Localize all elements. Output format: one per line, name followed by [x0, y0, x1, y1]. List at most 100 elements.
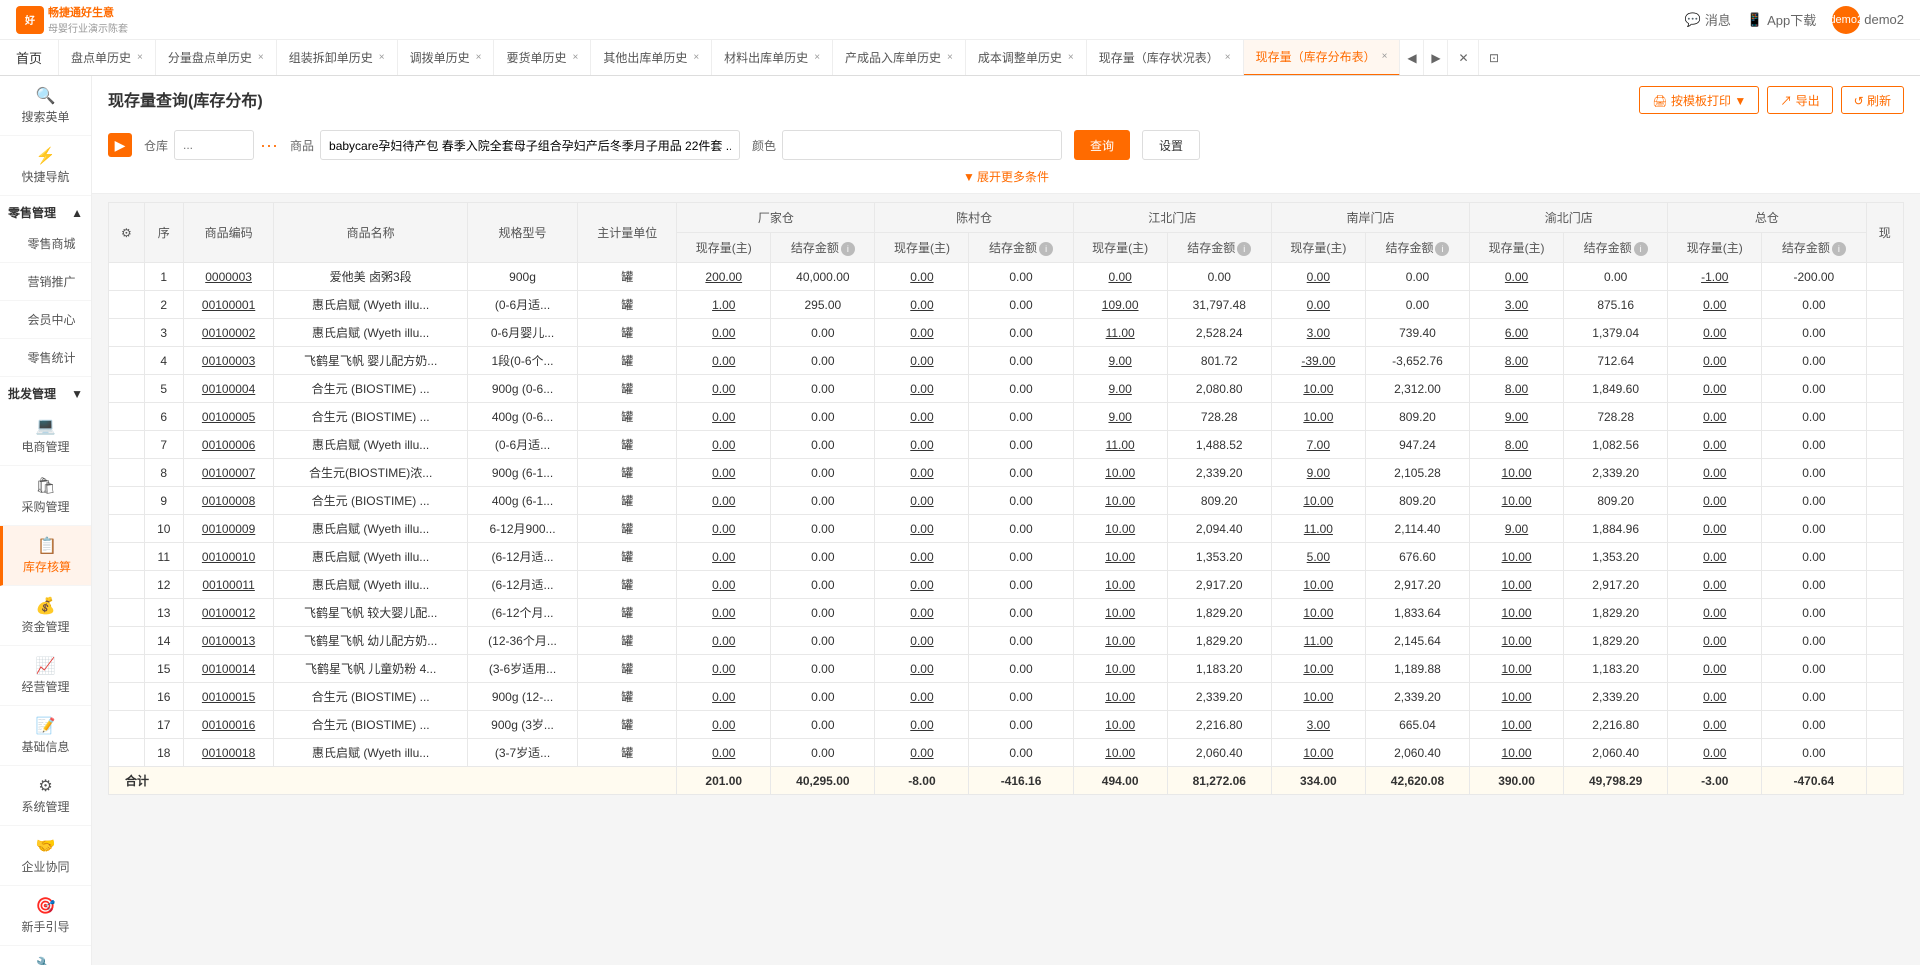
sidebar-item-appcenter[interactable]: 🔧 应用中心	[0, 946, 91, 965]
tab-close-8[interactable]: ×	[1068, 52, 1074, 63]
tab-yhddh[interactable]: 要货单历史 ×	[494, 40, 591, 76]
content-area: 现存量查询(库存分布) 🖨 按模板打印 ▼ ↗ 导出 ↺	[92, 76, 1920, 965]
tab-close-3[interactable]: ×	[476, 52, 482, 63]
tab-cprkdh[interactable]: 产成品入库单历史 ×	[833, 40, 966, 76]
th-cc-qty: 现存量(主)	[875, 233, 969, 263]
sidebar-item-system[interactable]: ⚙ 系统管理	[0, 766, 91, 826]
tab-close-7[interactable]: ×	[947, 52, 953, 63]
warehouse-dots[interactable]: ···	[260, 135, 278, 156]
sidebar-item-quicknav[interactable]: ⚡ 快捷导航	[0, 136, 91, 196]
tab-next-btn[interactable]: ▶	[1424, 40, 1448, 76]
tab-pddh[interactable]: 盘点单历史 ×	[59, 40, 156, 76]
tab-close-10[interactable]: ×	[1382, 51, 1388, 62]
tab-prev-btn[interactable]: ◀	[1400, 40, 1424, 76]
total-amt-info[interactable]: i	[1832, 242, 1846, 256]
tab-close-1[interactable]: ×	[258, 52, 264, 63]
tab-clckdh[interactable]: 材料出库单历史 ×	[712, 40, 833, 76]
tab-flddh[interactable]: 分量盘点单历史 ×	[156, 40, 277, 76]
color-input[interactable]	[782, 130, 1062, 160]
refresh-btn[interactable]: ↺ 刷新	[1841, 86, 1904, 114]
tab-close-all-btn[interactable]: ✕	[1448, 40, 1478, 76]
user-menu[interactable]: demo2 demo2	[1832, 6, 1904, 34]
tab-xclkzk[interactable]: 现存量（库存状况表） ×	[1087, 40, 1244, 76]
table-container[interactable]: ⚙ 序 商品编码 商品名称 规格型号 主计量单位 厂家仓 陈村仓 江北门店 南岸…	[92, 194, 1920, 965]
summary-jb-amt: 81,272.06	[1167, 767, 1271, 795]
settings-btn[interactable]: 设置	[1142, 130, 1200, 160]
tab-close-2[interactable]: ×	[379, 52, 385, 63]
table-row: 1 0000003 爱他美 卤粥3段 900g 罐 200.00 40,000.…	[109, 263, 1904, 291]
expand-more-btn[interactable]: ▼ 展开更多条件	[963, 168, 1049, 185]
message-btn[interactable]: 💬 消息	[1685, 10, 1731, 29]
sidebar-item-basic[interactable]: 📝 基础信息	[0, 706, 91, 766]
th-total-qty: 现存量(主)	[1668, 233, 1762, 263]
print-btn[interactable]: 🖨 按模板打印 ▼	[1639, 86, 1759, 114]
sidebar-item-ecommerce[interactable]: 💻 电商管理	[0, 406, 91, 466]
chevron-down-icon: ▼	[963, 170, 975, 184]
yb-amt-info[interactable]: i	[1634, 242, 1648, 256]
table-row: 13 00100012 飞鹤星飞帆 较大婴儿配... (6-12个月... 罐 …	[109, 599, 1904, 627]
tab-close-0[interactable]: ×	[137, 52, 143, 63]
warehouse-input[interactable]	[174, 130, 254, 160]
tab-close-4[interactable]: ×	[572, 52, 578, 63]
sidebar-item-guide[interactable]: 🎯 新手引导	[0, 886, 91, 946]
tab-close-9[interactable]: ×	[1225, 52, 1231, 63]
sidebar-item-purchase[interactable]: 🛍 采购管理	[0, 466, 91, 526]
fc-amt-info[interactable]: i	[841, 242, 855, 256]
table-row: 11 00100010 惠氏启赋 (Wyeth illu... (6-12月适.…	[109, 543, 1904, 571]
sidebar-item-finance[interactable]: 💰 资金管理	[0, 586, 91, 646]
tab-cbtzh[interactable]: 成本调整单历史 ×	[966, 40, 1087, 76]
chevron-down-icon: ▼	[1734, 94, 1746, 108]
table-row: 8 00100007 合生元(BIOSTIME)浓... 900g (6-1..…	[109, 459, 1904, 487]
tab-bar: 首页 盘点单历史 × 分量盘点单历史 × 组装拆卸单历史 × 调拨单历史 × 要…	[0, 40, 1920, 76]
export-btn[interactable]: ↗ 导出	[1767, 86, 1832, 114]
table-row: 3 00100002 惠氏启赋 (Wyeth illu... 0-6月婴儿...…	[109, 319, 1904, 347]
jb-amt-info[interactable]: i	[1237, 242, 1251, 256]
sidebar: 🔍 搜索英单 ⚡ 快捷导航 零售管理 ▲ 零售商城 营销推广 会员中心 零售统计	[0, 76, 92, 965]
export-icon: ↗	[1780, 94, 1792, 108]
cc-amt-info[interactable]: i	[1039, 242, 1053, 256]
sidebar-item-retailshop[interactable]: 零售商城	[0, 225, 91, 263]
sidebar-item-inventory[interactable]: 📋 库存核算	[0, 526, 91, 586]
tab-dbdh[interactable]: 调拨单历史 ×	[398, 40, 495, 76]
main-layout: 🔍 搜索英单 ⚡ 快捷导航 零售管理 ▲ 零售商城 营销推广 会员中心 零售统计	[0, 76, 1920, 965]
tab-expand-btn[interactable]: ⊡	[1478, 40, 1508, 76]
th-unit: 主计量单位	[578, 203, 677, 263]
sidebar-item-marketing[interactable]: 营销推广	[0, 263, 91, 301]
filter-toggle-btn[interactable]: ▶	[108, 133, 132, 157]
tab-xclfb[interactable]: 现存量（库存分布表） ×	[1244, 40, 1401, 76]
tool-icon: 🔧	[4, 956, 87, 965]
sidebar-item-retailstat[interactable]: 零售统计	[0, 339, 91, 377]
table-row: 9 00100008 合生元 (BIOSTIME) ... 400g (6-1.…	[109, 487, 1904, 515]
sidebar-item-operation[interactable]: 📈 经营管理	[0, 646, 91, 706]
sidebar-item-search[interactable]: 🔍 搜索英单	[0, 76, 91, 136]
summary-cc-amt: -416.16	[969, 767, 1073, 795]
th-group-yb: 渝北门店	[1470, 203, 1668, 233]
app-download-btn[interactable]: 📱 App下载	[1747, 10, 1816, 29]
table-row: 10 00100009 惠氏启赋 (Wyeth illu... 6-12月900…	[109, 515, 1904, 543]
goods-input[interactable]	[320, 130, 740, 160]
target-icon: 🎯	[4, 896, 87, 916]
na-amt-info[interactable]: i	[1435, 242, 1449, 256]
tab-zzcxdh[interactable]: 组装拆卸单历史 ×	[277, 40, 398, 76]
table-row: 12 00100011 惠氏启赋 (Wyeth illu... (6-12月适.…	[109, 571, 1904, 599]
table-row: 2 00100001 惠氏启赋 (Wyeth illu... (0-6月适...…	[109, 291, 1904, 319]
summary-jb-qty: 494.00	[1073, 767, 1167, 795]
tab-qtchdh[interactable]: 其他出库单历史 ×	[591, 40, 712, 76]
th-group-total: 总仓	[1668, 203, 1866, 233]
th-settings[interactable]: ⚙	[109, 203, 145, 263]
computer-icon: 💻	[4, 416, 87, 436]
summary-na-qty: 334.00	[1271, 767, 1365, 795]
sidebar-item-enterprise[interactable]: 🤝 企业协同	[0, 826, 91, 886]
tab-close-6[interactable]: ×	[814, 52, 820, 63]
search-btn[interactable]: 查询	[1074, 130, 1130, 160]
sidebar-section-retail[interactable]: 零售管理 ▲	[0, 196, 91, 225]
tab-close-5[interactable]: ×	[693, 52, 699, 63]
table-row: 5 00100004 合生元 (BIOSTIME) ... 900g (0-6.…	[109, 375, 1904, 403]
th-yb-qty: 现存量(主)	[1470, 233, 1564, 263]
sidebar-section-wholesale[interactable]: 批发管理 ▼	[0, 377, 91, 406]
tab-home[interactable]: 首页	[0, 40, 59, 76]
summary-cc-qty: -8.00	[875, 767, 969, 795]
sidebar-item-member[interactable]: 会员中心	[0, 301, 91, 339]
money-icon: 💰	[4, 596, 87, 616]
top-bar: 好 畅捷通好生意 母婴行业演示陈套 💬 消息 📱 App下载 demo2 dem…	[0, 0, 1920, 40]
